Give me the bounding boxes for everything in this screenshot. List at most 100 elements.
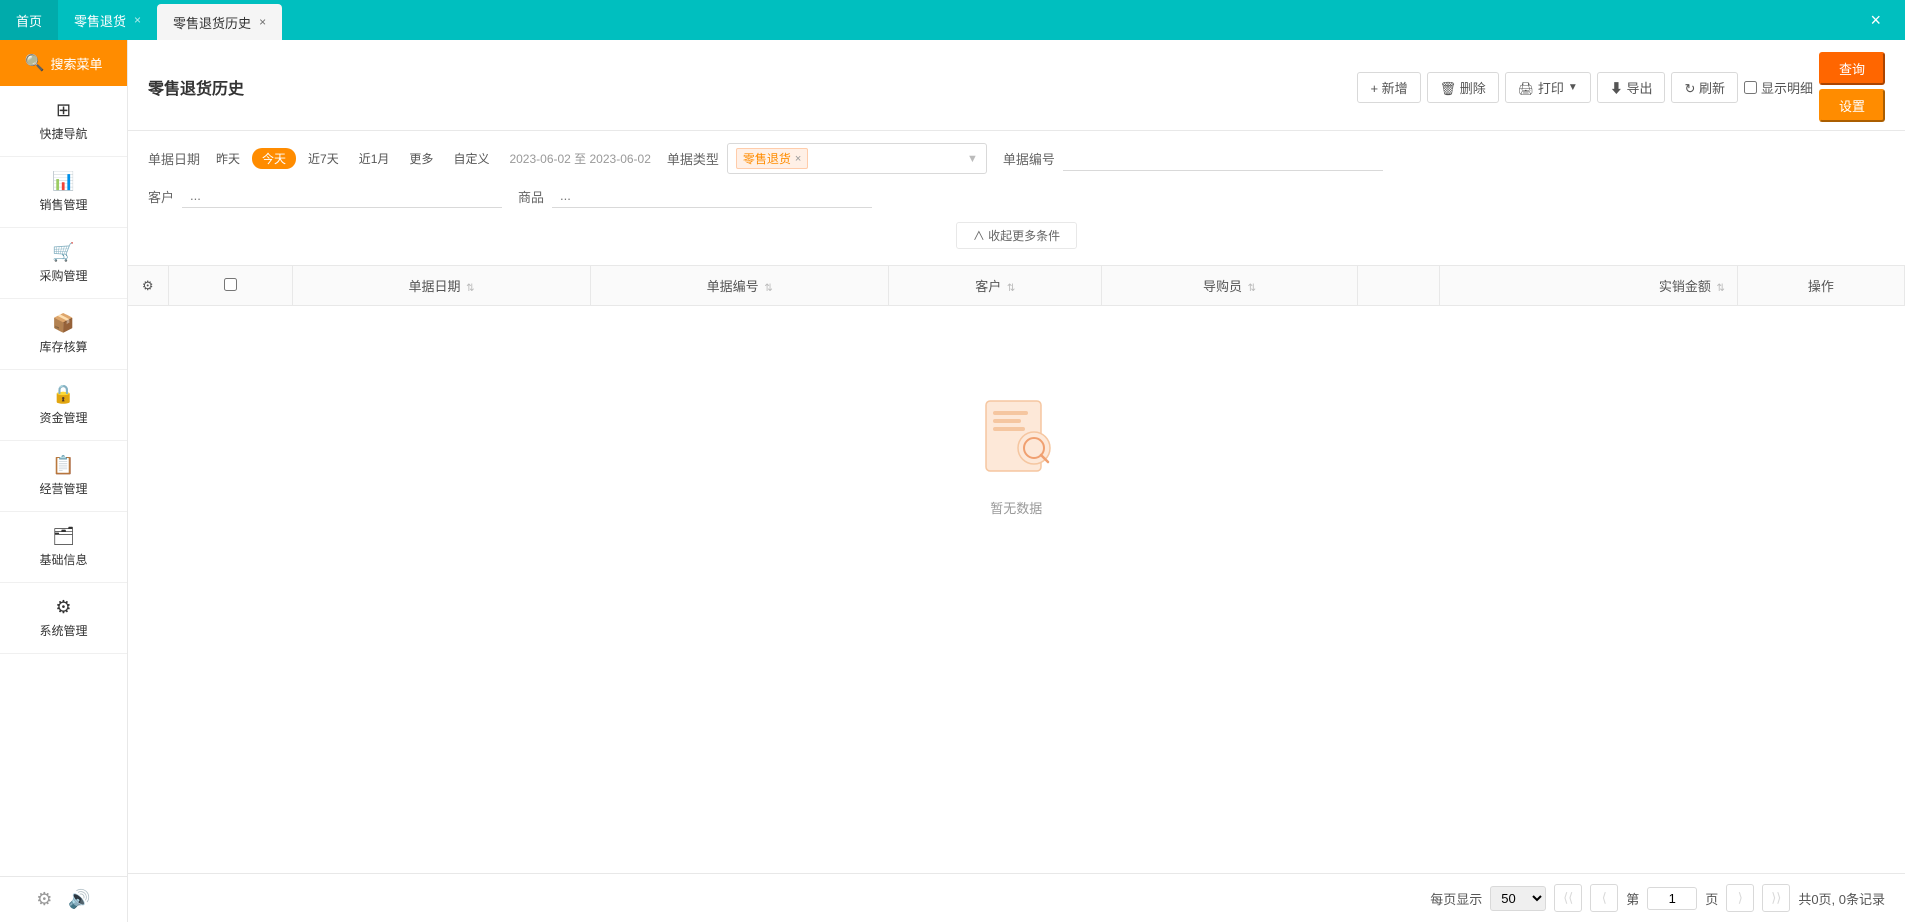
print-button[interactable]: 🖨 打印 ▼ — [1505, 72, 1591, 103]
collapse-button[interactable]: ∧ 收起更多条件 — [956, 222, 1077, 249]
tab-retail-return-history[interactable]: 零售退货历史 × — [157, 4, 282, 40]
refresh-button[interactable]: ↻ 刷新 — [1671, 72, 1738, 103]
date-opt-today[interactable]: 今天 — [252, 148, 296, 169]
tab-retail-return-close[interactable]: × — [134, 13, 141, 27]
export-button[interactable]: ⬇ 导出 — [1597, 72, 1666, 103]
sys-mgmt-icon: ⚙ — [55, 597, 71, 618]
sys-mgmt-label: 系统管理 — [39, 622, 87, 639]
date-opt-custom[interactable]: 自定义 — [445, 148, 497, 169]
filter-row-1: 单据日期 昨天 今天 近7天 近1月 更多 自定义 2023-06-02 至 2… — [148, 143, 1885, 174]
th-checkbox — [168, 266, 292, 306]
sidebar-item-finance[interactable]: 🔒 资金管理 — [0, 370, 127, 441]
audio-footer-icon[interactable]: 🔊 — [68, 889, 90, 910]
goods-filter: 商品 — [518, 184, 872, 208]
sidebar-item-inventory[interactable]: 📦 库存核算 — [0, 299, 127, 370]
th-settings[interactable]: ⚙ — [128, 266, 168, 306]
th-doc-no[interactable]: 单据编号 ⇅ — [591, 266, 889, 306]
docno-input[interactable] — [1063, 147, 1383, 171]
docno-label: 单据编号 — [1003, 149, 1055, 168]
customer-input[interactable] — [182, 184, 502, 208]
sidebar-item-sys-mgmt[interactable]: ⚙ 系统管理 — [0, 583, 127, 654]
date-opt-yesterday[interactable]: 昨天 — [208, 148, 248, 169]
window-close-button[interactable]: × — [1862, 10, 1889, 31]
date-filter: 单据日期 昨天 今天 近7天 近1月 更多 自定义 2023-06-02 至 2… — [148, 148, 651, 169]
goods-input[interactable] — [552, 184, 872, 208]
new-button-label: + 新增 — [1370, 78, 1407, 97]
empty-icon — [966, 386, 1066, 486]
select-all-checkbox[interactable] — [224, 278, 237, 291]
display-toggle-label: 显示明细 — [1761, 78, 1813, 97]
sidebar-search[interactable]: 🔍 搜索菜单 — [0, 40, 127, 86]
page-header: 零售退货历史 + 新增 🗑 删除 🖨 打印 ▼ ⬇ 导出 ↻ 刷新 — [128, 40, 1905, 131]
page-input[interactable] — [1647, 887, 1697, 910]
th-doc-date-label: 单据日期 — [409, 279, 461, 294]
date-opt-more[interactable]: 更多 — [401, 148, 441, 169]
doctype-tag-label: 零售退货 — [743, 150, 791, 167]
top-bar: 首页 零售退货 × 零售退货历史 × × — [0, 0, 1905, 40]
inventory-icon: 📦 — [52, 313, 74, 334]
print-dropdown-icon: ▼ — [1568, 82, 1578, 93]
th-doc-date-sort: ⇅ — [466, 283, 474, 294]
filter-area: 单据日期 昨天 今天 近7天 近1月 更多 自定义 2023-06-02 至 2… — [128, 131, 1905, 266]
sidebar-item-purchase-mgmt[interactable]: 🛒 采购管理 — [0, 228, 127, 299]
delete-button-label: 🗑 删除 — [1440, 78, 1486, 97]
page-first-button[interactable]: ⟨⟨ — [1554, 884, 1582, 912]
basic-info-label: 基础信息 — [39, 551, 87, 568]
display-toggle-checkbox[interactable] — [1744, 81, 1757, 94]
th-customer[interactable]: 客户 ⇅ — [889, 266, 1102, 306]
th-customer-sort: ⇅ — [1007, 283, 1015, 294]
date-label: 单据日期 — [148, 149, 200, 168]
data-table: ⚙ 单据日期 ⇅ 单据编号 ⇅ — [128, 266, 1905, 597]
search-icon: 🔍 — [25, 53, 45, 73]
th-amount[interactable]: 实销金额 ⇅ — [1439, 266, 1737, 306]
quick-nav-icon: ⊞ — [56, 100, 71, 121]
new-button[interactable]: + 新增 — [1357, 72, 1420, 103]
page-unit: 页 — [1705, 889, 1718, 908]
finance-label: 资金管理 — [39, 409, 87, 426]
page-label: 第 — [1626, 889, 1639, 908]
sidebar-item-quick-nav[interactable]: ⊞ 快捷导航 — [0, 86, 127, 157]
sidebar-nav: ⊞ 快捷导航 📊 销售管理 🛒 采购管理 📦 库存核算 🔒 资金管理 📋 — [0, 86, 127, 876]
collapse-button-label: ∧ 收起更多条件 — [973, 227, 1060, 244]
sidebar-item-basic-info[interactable]: 🗂 基础信息 — [0, 512, 127, 583]
page-size-select[interactable]: 50 100 200 — [1490, 886, 1546, 911]
tab-home[interactable]: 首页 — [0, 0, 58, 40]
page-last-button[interactable]: ⟩⟩ — [1762, 884, 1790, 912]
sidebar-item-sales-mgmt[interactable]: 📊 销售管理 — [0, 157, 127, 228]
content-area: 零售退货历史 + 新增 🗑 删除 🖨 打印 ▼ ⬇ 导出 ↻ 刷新 — [128, 40, 1905, 922]
th-customer-label: 客户 — [975, 279, 1001, 294]
date-opt-1month[interactable]: 近1月 — [351, 148, 398, 169]
tab-retail-return[interactable]: 零售退货 × — [58, 0, 157, 40]
customer-filter: 客户 — [148, 184, 502, 208]
th-doc-date[interactable]: 单据日期 ⇅ — [292, 266, 590, 306]
pagination-bar: 每页显示 50 100 200 ⟨⟨ ⟨ 第 页 ⟩ ⟩⟩ 共0页, 0条记录 — [128, 873, 1905, 922]
export-button-label: ⬇ 导出 — [1610, 78, 1653, 97]
tab-list: 首页 零售退货 × 零售退货历史 × — [0, 0, 1862, 40]
settings-footer-icon[interactable]: ⚙ — [36, 889, 52, 910]
th-guide[interactable]: 导购员 ⇅ — [1102, 266, 1358, 306]
purchase-mgmt-icon: 🛒 — [52, 242, 74, 263]
header-actions: + 新增 🗑 删除 🖨 打印 ▼ ⬇ 导出 ↻ 刷新 显示明细 — [1357, 52, 1885, 122]
sidebar-item-ops-mgmt[interactable]: 📋 经营管理 — [0, 441, 127, 512]
refresh-button-label: ↻ 刷新 — [1684, 78, 1725, 97]
date-opt-7days[interactable]: 近7天 — [300, 148, 347, 169]
query-button[interactable]: 查询 — [1819, 52, 1885, 85]
main-layout: 🔍 搜索菜单 ⊞ 快捷导航 📊 销售管理 🛒 采购管理 📦 库存核算 🔒 — [0, 40, 1905, 922]
page-next-button[interactable]: ⟩ — [1726, 884, 1754, 912]
delete-button[interactable]: 🗑 删除 — [1427, 72, 1499, 103]
th-guide-sort: ⇅ — [1248, 283, 1256, 294]
purchase-mgmt-label: 采购管理 — [39, 267, 87, 284]
doctype-select[interactable]: 零售退货 × ▼ — [727, 143, 987, 174]
th-action-label: 操作 — [1808, 279, 1834, 294]
date-range: 2023-06-02 至 2023-06-02 — [509, 150, 650, 167]
doctype-tag: 零售退货 × — [736, 148, 808, 169]
page-prev-button[interactable]: ⟨ — [1590, 884, 1618, 912]
tab-home-label: 首页 — [16, 11, 42, 30]
tab-retail-return-history-close[interactable]: × — [259, 15, 266, 29]
customer-label: 客户 — [148, 187, 174, 206]
settings-button[interactable]: 设置 — [1819, 89, 1885, 122]
query-setting-group: 查询 设置 — [1819, 52, 1885, 122]
display-toggle[interactable]: 显示明细 — [1744, 78, 1813, 97]
doctype-tag-close[interactable]: × — [795, 153, 801, 165]
total-text: 共0页, 0条记录 — [1798, 889, 1885, 908]
